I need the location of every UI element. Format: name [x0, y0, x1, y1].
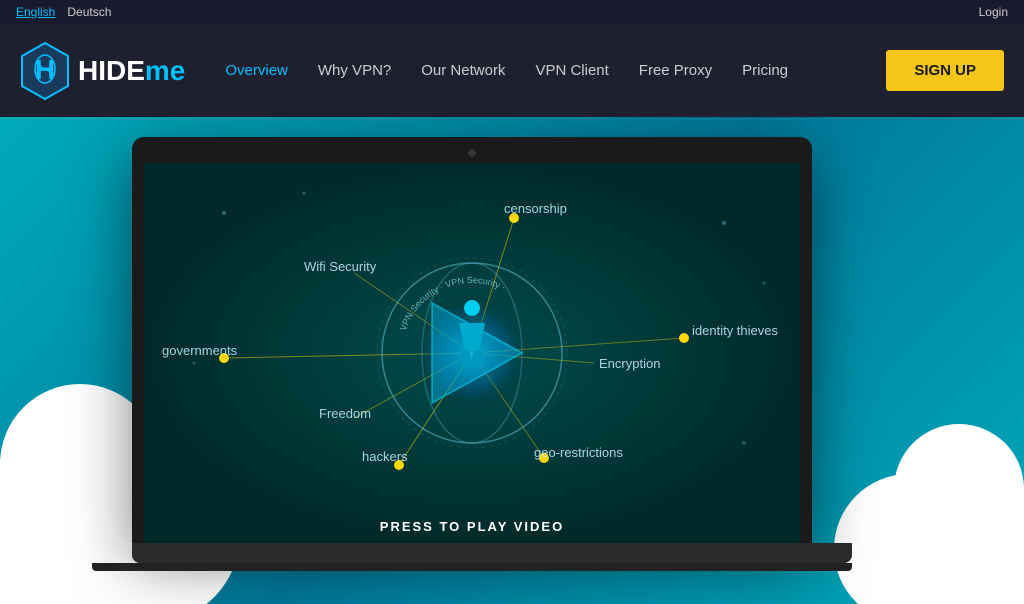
- language-options: English Deutsch: [16, 5, 111, 19]
- svg-text:Encryption: Encryption: [599, 356, 660, 371]
- language-bar: English Deutsch Login: [0, 0, 1024, 24]
- lang-deutsch[interactable]: Deutsch: [67, 5, 111, 19]
- screen-content: VPN Security · VPN Security · censorship…: [144, 163, 800, 543]
- logo-icon: H: [20, 41, 70, 101]
- nav-free-proxy[interactable]: Free Proxy: [639, 62, 712, 79]
- navbar: H HIDEme Overview Why VPN? Our Network V…: [0, 24, 1024, 117]
- svg-text:Freedom: Freedom: [319, 406, 371, 421]
- logo[interactable]: H HIDEme: [20, 41, 185, 101]
- laptop-bottom: [92, 563, 852, 571]
- screen-svg: VPN Security · VPN Security · censorship…: [144, 163, 800, 543]
- nav-vpn-client[interactable]: VPN Client: [535, 62, 608, 79]
- svg-text:PRESS TO PLAY VIDEO: PRESS TO PLAY VIDEO: [380, 519, 564, 534]
- laptop-camera: [468, 149, 476, 157]
- nav-why-vpn[interactable]: Why VPN?: [318, 62, 391, 79]
- nav-our-network[interactable]: Our Network: [421, 62, 505, 79]
- laptop-outer: VPN Security · VPN Security · censorship…: [132, 137, 812, 543]
- svg-text:hackers: hackers: [362, 449, 408, 464]
- lang-english[interactable]: English: [16, 5, 55, 19]
- svg-text:governments: governments: [162, 343, 238, 358]
- laptop-base: [132, 543, 852, 563]
- svg-text:censorship: censorship: [504, 201, 567, 216]
- nav-links: Overview Why VPN? Our Network VPN Client…: [225, 62, 886, 79]
- signup-button[interactable]: SIGN UP: [886, 50, 1004, 91]
- login-link[interactable]: Login: [979, 5, 1008, 19]
- svg-text:geo-restrictions: geo-restrictions: [534, 445, 623, 460]
- svg-text:Wifi Security: Wifi Security: [304, 259, 377, 274]
- nav-pricing[interactable]: Pricing: [742, 62, 788, 79]
- laptop: VPN Security · VPN Security · censorship…: [132, 137, 892, 571]
- hero-section: VPN Security · VPN Security · censorship…: [0, 117, 1024, 604]
- laptop-screen[interactable]: VPN Security · VPN Security · censorship…: [144, 163, 800, 543]
- svg-text:identity thieves: identity thieves: [692, 323, 778, 338]
- nav-overview[interactable]: Overview: [225, 62, 288, 79]
- logo-text: HIDEme: [78, 55, 185, 87]
